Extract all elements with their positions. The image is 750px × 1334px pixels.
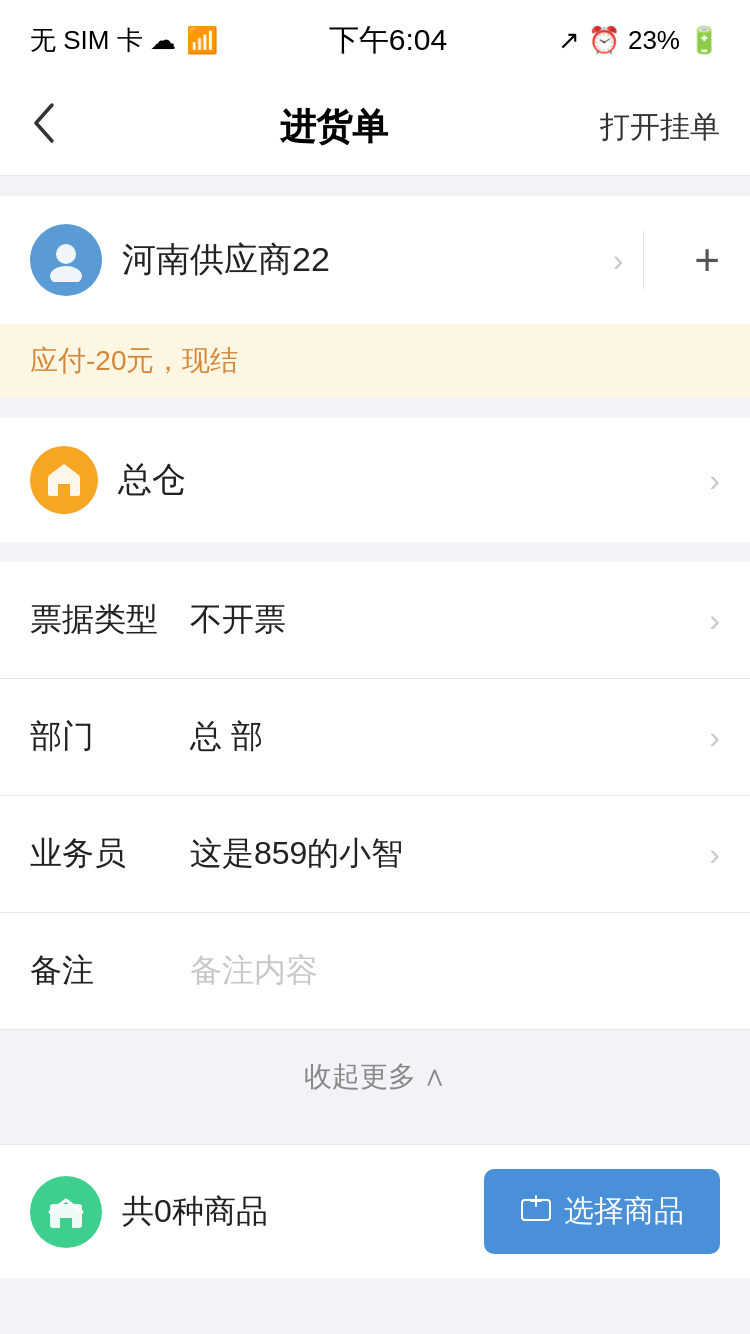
collapse-row[interactable]: 收起更多 ∧ (0, 1029, 750, 1124)
add-supplier-button[interactable]: + (694, 235, 720, 285)
salesperson-label: 业务员 (30, 832, 170, 876)
warehouse-chevron-icon: › (709, 462, 720, 499)
section-gap-1 (0, 176, 750, 196)
product-icon (30, 1176, 102, 1248)
invoice-type-value: 不开票 (190, 598, 709, 642)
department-value: 总 部 (190, 715, 709, 759)
notice-bar: 应付-20元，现结 (0, 324, 750, 398)
svg-point-1 (50, 266, 82, 282)
warehouse-section: 总仓 › (0, 418, 750, 542)
remark-label: 备注 (30, 949, 170, 993)
notice-text: 应付-20元，现结 (30, 345, 238, 376)
invoice-type-row[interactable]: 票据类型 不开票 › (0, 562, 750, 678)
supplier-section: 河南供应商22 › + 应付-20元，现结 (0, 196, 750, 398)
back-button[interactable] (30, 91, 68, 164)
select-product-label: 选择商品 (564, 1191, 684, 1232)
empty-content-area (0, 1278, 750, 1334)
status-right: ↗ ⏰ 23% 🔋 (558, 25, 720, 56)
svg-point-0 (56, 244, 76, 264)
status-left: 无 SIM 卡 ☁ 📶 (30, 23, 218, 58)
department-row[interactable]: 部门 总 部 › (0, 678, 750, 795)
salesperson-row[interactable]: 业务员 这是859的小智 › (0, 795, 750, 912)
invoice-type-chevron-icon: › (709, 602, 720, 639)
supplier-row[interactable]: 河南供应商22 › + (0, 196, 750, 324)
battery-label: 23% (628, 25, 680, 56)
page-title: 进货单 (280, 103, 388, 152)
salesperson-chevron-icon: › (709, 836, 720, 873)
sim-label: 无 SIM 卡 ☁ (30, 23, 176, 58)
svg-marker-3 (48, 464, 80, 476)
wifi-icon: 📶 (186, 25, 218, 56)
department-chevron-icon: › (709, 719, 720, 756)
svg-rect-6 (60, 1218, 72, 1228)
warehouse-row[interactable]: 总仓 › (0, 418, 750, 542)
status-time: 下午6:04 (329, 20, 447, 61)
supplier-name: 河南供应商22 (122, 237, 613, 283)
svg-rect-4 (58, 484, 70, 496)
bottom-bar: 共0种商品 选择商品 (0, 1144, 750, 1278)
section-gap-3 (0, 542, 750, 562)
select-product-icon (520, 1192, 552, 1231)
department-label: 部门 (30, 715, 170, 759)
battery-icon: 🔋 (688, 25, 720, 56)
product-count-label: 共0种商品 (122, 1190, 484, 1234)
nav-bar: 进货单 打开挂单 (0, 80, 750, 176)
location-icon: ↗ (558, 25, 580, 56)
section-gap-2 (0, 398, 750, 418)
form-section: 票据类型 不开票 › 部门 总 部 › 业务员 这是859的小智 › 备注 备注… (0, 562, 750, 1029)
invoice-type-label: 票据类型 (30, 598, 170, 642)
salesperson-value: 这是859的小智 (190, 832, 709, 876)
select-product-button[interactable]: 选择商品 (484, 1169, 720, 1254)
divider (643, 230, 644, 290)
warehouse-name: 总仓 (118, 457, 709, 503)
remark-placeholder: 备注内容 (190, 949, 720, 993)
alarm-icon: ⏰ (588, 25, 620, 56)
warehouse-icon (30, 446, 98, 514)
chevron-right-icon: › (613, 242, 624, 279)
collapse-label: 收起更多 ∧ (304, 1058, 447, 1096)
remark-row[interactable]: 备注 备注内容 (0, 912, 750, 1029)
status-bar: 无 SIM 卡 ☁ 📶 下午6:04 ↗ ⏰ 23% 🔋 (0, 0, 750, 80)
open-pending-button[interactable]: 打开挂单 (600, 107, 720, 148)
supplier-avatar (30, 224, 102, 296)
